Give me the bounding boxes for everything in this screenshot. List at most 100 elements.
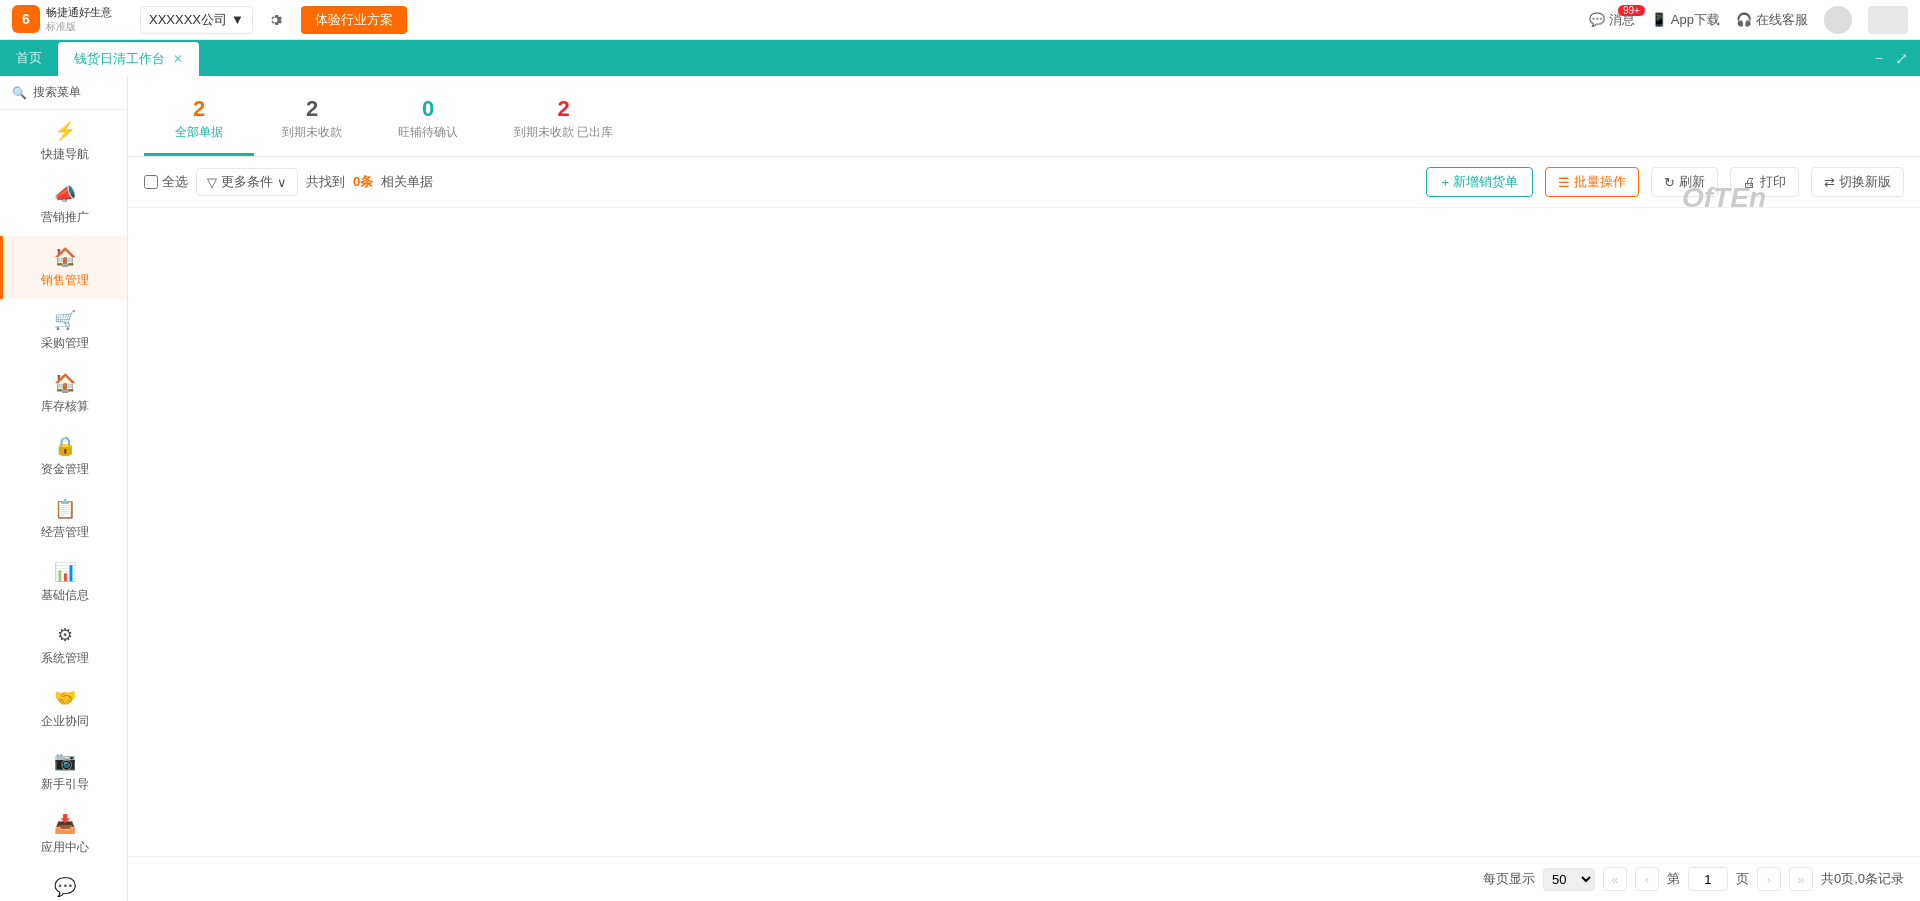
app-download-btn[interactable]: 📱 App下载 (1651, 11, 1720, 29)
sales-icon: 🏠 (54, 246, 76, 268)
sidebar-item-operations-label: 经营管理 (41, 524, 89, 541)
stat-tab-overdue-shipped[interactable]: 2 到期未收款 已出库 (486, 88, 641, 156)
refresh-btn[interactable]: ↻ 刷新 (1651, 167, 1718, 197)
print-btn[interactable]: 🖨 打印 (1730, 167, 1799, 197)
sidebar-item-purchase-label: 采购管理 (41, 335, 89, 352)
tab-actions: － ⤢ (1871, 48, 1920, 69)
sidebar-item-quick-nav[interactable]: ⚡ 快捷导航 (0, 110, 127, 173)
switch-version-btn[interactable]: ⇄ 切换新版 (1811, 167, 1904, 197)
online-service-btn[interactable]: 🎧 在线客服 (1736, 11, 1808, 29)
batch-icon: ☰ (1558, 175, 1570, 190)
sidebar: 🔍 搜索菜单 ⚡ 快捷导航 📣 营销推广 🏠 销售管理 🛒 采购管理 🏠 库存核… (0, 76, 128, 901)
settings-button[interactable] (261, 6, 289, 34)
print-label: 打印 (1760, 173, 1786, 191)
sidebar-item-app-center-label: 应用中心 (41, 839, 89, 856)
sidebar-item-marketing-label: 营销推广 (41, 209, 89, 226)
sidebar-search[interactable]: 🔍 搜索菜单 (0, 76, 127, 110)
page-label: 第 (1667, 870, 1680, 888)
operations-icon: 📋 (54, 498, 76, 520)
stat-tab-all[interactable]: 2 全部单据 (144, 88, 254, 156)
trial-button[interactable]: 体验行业方案 (301, 6, 407, 34)
sidebar-item-capital-label: 资金管理 (41, 461, 89, 478)
stats-tabs: 2 全部单据 2 到期未收款 0 旺辅待确认 2 到期未收款 已出库 (128, 76, 1920, 157)
user-name-area[interactable] (1868, 6, 1908, 34)
page-first-btn[interactable]: « (1603, 867, 1627, 891)
tab-maximize-btn[interactable]: ⤢ (1895, 49, 1908, 68)
sidebar-search-label: 搜索菜单 (33, 84, 81, 101)
sidebar-item-enterprise[interactable]: 🤝 企业协同 (0, 677, 127, 740)
print-icon: 🖨 (1743, 175, 1756, 190)
sidebar-item-guide[interactable]: 📷 新手引导 (0, 740, 127, 803)
add-btn-label: 新增销货单 (1453, 173, 1518, 191)
filter-icon: ▽ (207, 175, 217, 190)
guide-icon: 📷 (54, 750, 76, 772)
refresh-label: 刷新 (1679, 173, 1705, 191)
message-badge: 99+ (1618, 5, 1645, 16)
tab-home[interactable]: 首页 (0, 40, 58, 76)
select-all-checkbox[interactable] (144, 175, 158, 189)
batch-operations-btn[interactable]: ☰ 批量操作 (1545, 167, 1639, 197)
sidebar-item-sales-label: 销售管理 (41, 272, 89, 289)
found-prefix: 共找到 (306, 173, 345, 191)
page-next-btn[interactable]: › (1757, 867, 1781, 891)
page-unit: 页 (1736, 870, 1749, 888)
logo-text: 畅捷通好生意 (46, 5, 112, 19)
batch-label: 批量操作 (1574, 173, 1626, 191)
select-all-text: 全选 (162, 173, 188, 191)
stat-tab-wangwang[interactable]: 0 旺辅待确认 (370, 88, 486, 156)
sidebar-item-system[interactable]: ⚙ 系统管理 (0, 614, 127, 677)
add-icon: + (1441, 175, 1449, 190)
switch-icon: ⇄ (1824, 175, 1835, 190)
filter-label: 更多条件 (221, 173, 273, 191)
stat-label-all: 全部单据 (175, 124, 223, 141)
sidebar-item-wechat[interactable]: 💬 企业微信 (0, 866, 127, 901)
message-icon: 💬 (1589, 12, 1605, 27)
company-selector[interactable]: XXXXXX公司 ▼ (140, 6, 253, 34)
sidebar-item-operations[interactable]: 📋 经营管理 (0, 488, 127, 551)
message-btn[interactable]: 💬 消息 99+ (1589, 11, 1635, 29)
tab-work-bench-label: 钱货日清工作台 (74, 50, 165, 68)
sidebar-item-sales[interactable]: 🏠 销售管理 (0, 236, 127, 299)
per-page-label: 每页显示 (1483, 870, 1535, 888)
found-count: 0条 (353, 173, 373, 191)
sidebar-item-inventory[interactable]: 🏠 库存核算 (0, 362, 127, 425)
company-name: XXXXXX公司 (149, 11, 227, 29)
sidebar-item-marketing[interactable]: 📣 营销推广 (0, 173, 127, 236)
stat-label-overdue-shipped: 到期未收款 已出库 (514, 124, 613, 141)
avatar[interactable] (1824, 6, 1852, 34)
per-page-select[interactable]: 50 100 200 (1543, 868, 1595, 891)
stat-tab-overdue[interactable]: 2 到期未收款 (254, 88, 370, 156)
system-icon: ⚙ (57, 624, 73, 646)
tab-minimize-btn[interactable]: － (1871, 48, 1887, 69)
stat-count-all: 2 (193, 96, 205, 122)
capital-icon: 🔒 (54, 435, 76, 457)
filter-dropdown-icon: ∨ (277, 175, 287, 190)
main-layout: 🔍 搜索菜单 ⚡ 快捷导航 📣 营销推广 🏠 销售管理 🛒 采购管理 🏠 库存核… (0, 76, 1920, 901)
search-icon: 🔍 (12, 86, 27, 100)
total-text: 共0页,0条记录 (1821, 870, 1904, 888)
sidebar-item-basic-info-label: 基础信息 (41, 587, 89, 604)
stat-label-overdue: 到期未收款 (282, 124, 342, 141)
stat-count-wangwang: 0 (422, 96, 434, 122)
marketing-icon: 📣 (54, 183, 76, 205)
logo-badge: 标准版 (46, 20, 112, 34)
page-input[interactable] (1688, 867, 1728, 891)
filter-button[interactable]: ▽ 更多条件 ∨ (196, 168, 298, 196)
tab-bar: 首页 钱货日清工作台 ✕ － ⤢ (0, 40, 1920, 76)
page-last-btn[interactable]: » (1789, 867, 1813, 891)
top-right-area: 💬 消息 99+ 📱 App下载 🎧 在线客服 (1589, 6, 1908, 34)
sidebar-item-capital[interactable]: 🔒 资金管理 (0, 425, 127, 488)
stat-label-wangwang: 旺辅待确认 (398, 124, 458, 141)
app-download-label: App下载 (1671, 11, 1720, 29)
select-all-label[interactable]: 全选 (144, 173, 188, 191)
sidebar-item-quick-nav-label: 快捷导航 (41, 146, 89, 163)
top-bar: 6 畅捷通好生意 标准版 XXXXXX公司 ▼ 体验行业方案 💬 消息 99+ … (0, 0, 1920, 40)
add-sales-order-btn[interactable]: + 新增销货单 (1426, 167, 1533, 197)
tab-work-bench[interactable]: 钱货日清工作台 ✕ (58, 42, 199, 76)
sidebar-item-basic-info[interactable]: 📊 基础信息 (0, 551, 127, 614)
stat-count-overdue-shipped: 2 (558, 96, 570, 122)
page-prev-btn[interactable]: ‹ (1635, 867, 1659, 891)
sidebar-item-purchase[interactable]: 🛒 采购管理 (0, 299, 127, 362)
sidebar-item-app-center[interactable]: 📥 应用中心 (0, 803, 127, 866)
tab-close-icon[interactable]: ✕ (173, 52, 183, 66)
